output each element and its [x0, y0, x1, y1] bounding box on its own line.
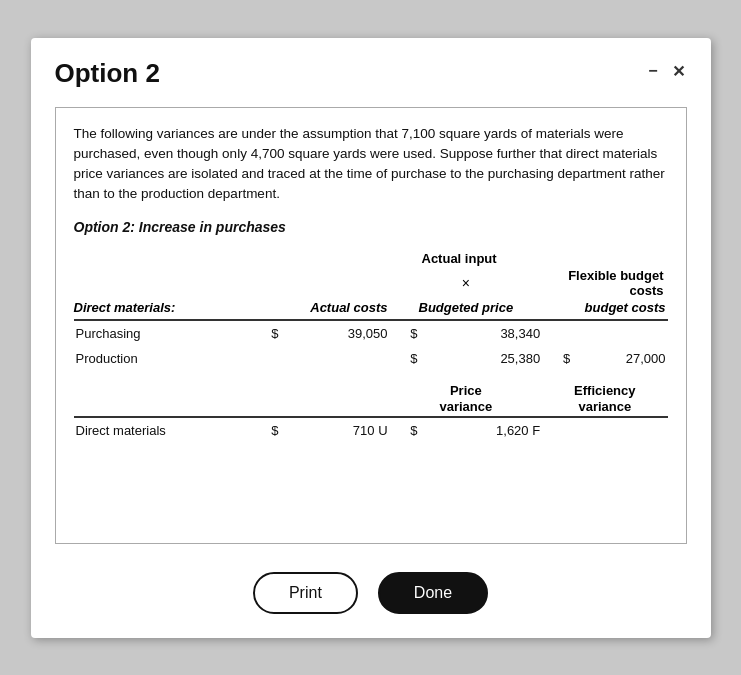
done-button[interactable]: Done	[378, 572, 488, 614]
price-variance-sub: variance	[439, 399, 492, 414]
total-row: Direct materials $ 710 U $ 1,620 F	[74, 417, 668, 443]
print-button[interactable]: Print	[253, 572, 358, 614]
window-controls: − ✕	[646, 62, 686, 81]
dollar3: $	[542, 346, 572, 371]
flexible-col-header: Flexible budget costs	[542, 268, 667, 300]
total-dollar1: $	[251, 417, 281, 443]
price-variance-label: Price	[450, 383, 482, 398]
title-bar: Option 2 − ✕	[55, 58, 687, 89]
table-row: Purchasing $ 39,050 $ 38,340	[74, 320, 668, 346]
table-row: Production $ 25,380 $ 27,000	[74, 346, 668, 371]
row-label: Production	[74, 346, 251, 371]
dollar3	[542, 320, 572, 346]
x-row: × Flexible budget costs	[74, 268, 668, 300]
dollar1	[251, 346, 281, 371]
actual-input-label: Actual input	[251, 251, 668, 268]
efficiency-variance-label: Efficiency	[574, 383, 635, 398]
dollar1: $	[251, 320, 281, 346]
total-value1: 710 U	[281, 417, 390, 443]
x-symbol: ×	[462, 275, 470, 291]
window-title: Option 2	[55, 58, 160, 89]
value3: 27,000	[572, 346, 667, 371]
description-text: The following variances are under the as…	[74, 124, 668, 205]
dollar2: $	[390, 320, 420, 346]
actual-input-row: Actual input	[74, 251, 668, 268]
close-button[interactable]: ✕	[670, 62, 687, 81]
value2: 25,380	[420, 346, 543, 371]
table-container: Actual input × Flexible budget costs D	[74, 251, 668, 444]
value2: 38,340	[420, 320, 543, 346]
content-box: The following variances are under the as…	[55, 107, 687, 544]
total-dollar2: $	[390, 417, 420, 443]
efficiency-variance-sub: variance	[578, 399, 631, 414]
main-window: Option 2 − ✕ The following variances are…	[31, 38, 711, 638]
col2-label: Actual costs	[251, 300, 390, 320]
value1: 39,050	[281, 320, 390, 346]
option-heading: Option 2: Increase in purchases	[74, 219, 668, 235]
col4-label-bottom: budget costs	[542, 300, 667, 320]
col1-label: Direct materials:	[74, 300, 251, 320]
row-label: Purchasing	[74, 320, 251, 346]
value1	[281, 346, 390, 371]
value3	[572, 320, 667, 346]
minimize-button[interactable]: −	[646, 62, 659, 80]
total-value2: 1,620 F	[420, 417, 543, 443]
data-table: Actual input × Flexible budget costs D	[74, 251, 668, 444]
dollar2: $	[390, 346, 420, 371]
col-labels-row: Direct materials: Actual costs Budgeted …	[74, 300, 668, 320]
footer: Print Done	[55, 572, 687, 614]
total-label: Direct materials	[74, 417, 251, 443]
col3-label: Budgeted price	[390, 300, 543, 320]
variance-header-row: Price variance Efficiency variance	[74, 371, 668, 418]
